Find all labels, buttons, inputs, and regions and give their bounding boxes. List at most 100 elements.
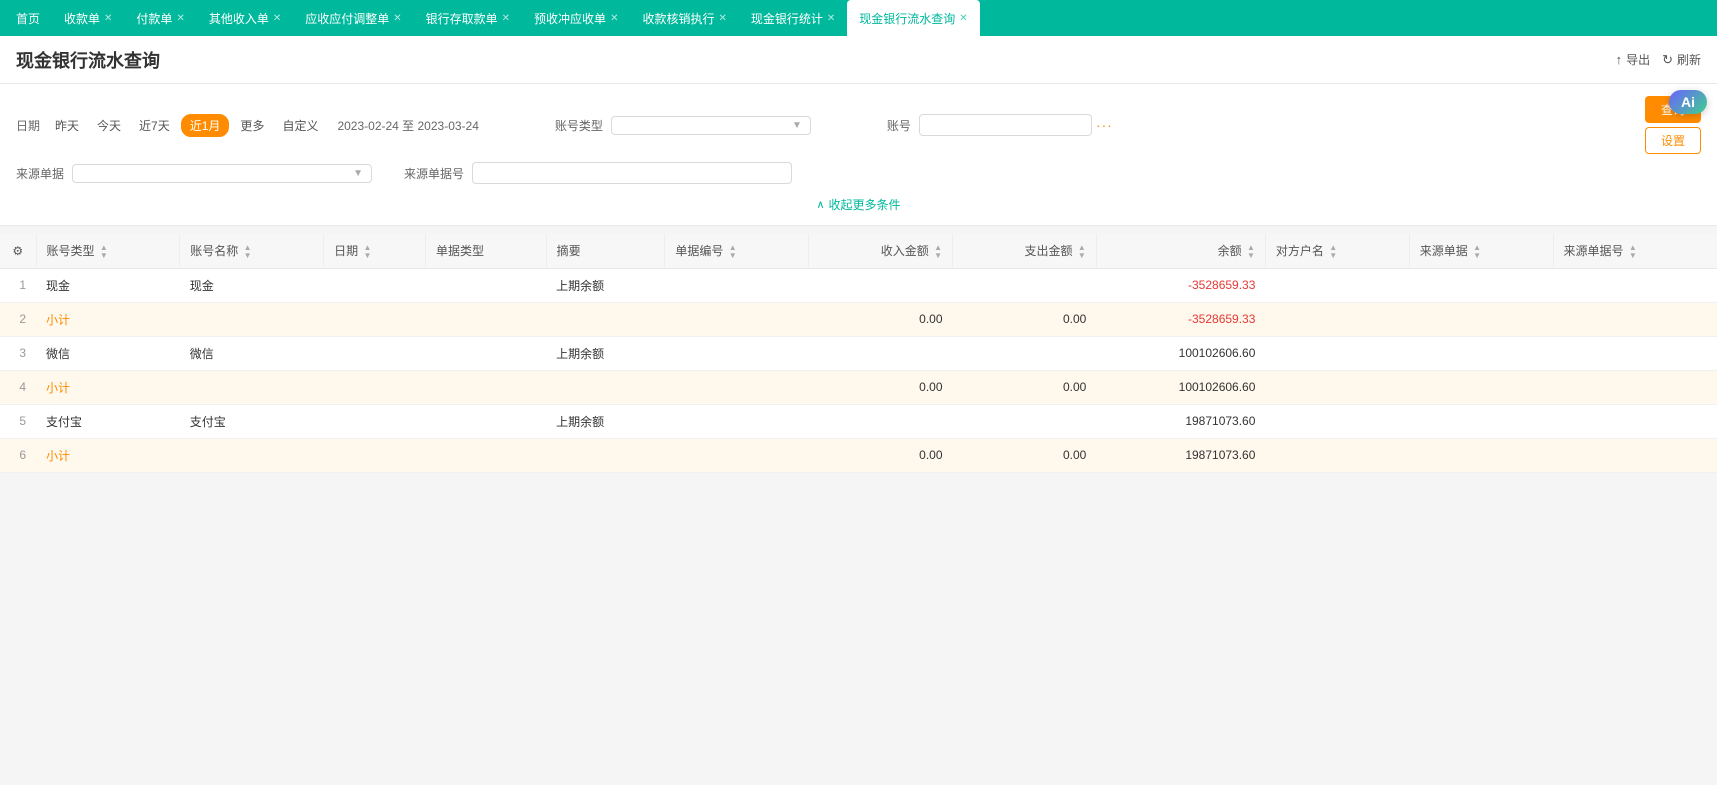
cell-num: 6 <box>0 438 36 472</box>
cell-summary <box>546 302 665 336</box>
cell-account-type: 小计 <box>36 302 180 336</box>
cell-doc-type <box>425 302 546 336</box>
nav-tab-3[interactable]: 应收应付调整单 ✕ <box>293 0 413 36</box>
header-actions: ↑ 导出 ↻ 刷新 <box>1616 51 1701 68</box>
date-btn-more[interactable]: 更多 <box>233 114 271 137</box>
date-btn-custom[interactable]: 自定义 <box>275 114 325 137</box>
sort-icon[interactable]: ▲▼ <box>1078 244 1086 260</box>
close-icon[interactable]: ✕ <box>718 13 726 24</box>
cell-date <box>324 438 426 472</box>
sort-icon[interactable]: ▲▼ <box>244 244 252 260</box>
source-doc-no-filter-group: 来源单据号 <box>404 162 792 184</box>
cell-source-doc-no <box>1553 370 1717 404</box>
close-icon[interactable]: ✕ <box>393 13 401 24</box>
source-doc-select[interactable]: ▼ <box>72 164 372 183</box>
date-options: 昨天 今天 近7天 近1月 更多 自定义 <box>48 114 325 137</box>
chevron-down-icon: ▼ <box>353 168 363 179</box>
cell-summary: 上期余额 <box>546 336 665 370</box>
close-icon[interactable]: ✕ <box>610 13 618 24</box>
nav-tab-6[interactable]: 收款核销执行 ✕ <box>630 0 738 36</box>
cell-doc-no <box>665 268 809 302</box>
source-doc-no-label: 来源单据号 <box>404 165 464 182</box>
sort-icon[interactable]: ▲▼ <box>1473 244 1481 260</box>
cell-num: 4 <box>0 370 36 404</box>
date-btn-yesterday[interactable]: 昨天 <box>48 114 86 137</box>
account-no-group: ··· <box>919 114 1113 136</box>
cell-doc-no <box>665 336 809 370</box>
nav-tab-4[interactable]: 银行存取款单 ✕ <box>414 0 522 36</box>
collapse-label: 收起更多条件 <box>829 196 901 213</box>
sort-icon[interactable]: ▲▼ <box>363 244 371 260</box>
sort-icon[interactable]: ▲▼ <box>1629 244 1637 260</box>
cell-doc-no <box>665 438 809 472</box>
nav-tab-7[interactable]: 现金银行统计 ✕ <box>739 0 847 36</box>
cell-income: 0.00 <box>809 438 953 472</box>
nav-tab-8[interactable]: 现金银行流水查询 ✕ <box>847 0 979 36</box>
cell-source-doc <box>1409 302 1553 336</box>
sort-icon[interactable]: ▲▼ <box>1329 244 1337 260</box>
nav-tab-2[interactable]: 其他收入单 ✕ <box>197 0 293 36</box>
source-doc-filter-group: 来源单据 ▼ <box>16 164 372 183</box>
table-row: 4 小计 0.00 0.00 100102606.60 <box>0 370 1717 404</box>
cell-balance: 100102606.60 <box>1096 370 1265 404</box>
refresh-button[interactable]: ↻ 刷新 <box>1662 51 1701 68</box>
cell-doc-no <box>665 302 809 336</box>
filter-area: 日期 昨天 今天 近7天 近1月 更多 自定义 2023-02-24 至 202… <box>0 84 1717 226</box>
cell-account-name <box>180 370 324 404</box>
nav-tab-0[interactable]: 收款单 ✕ <box>52 0 124 36</box>
account-no-dots[interactable]: ··· <box>1096 117 1113 133</box>
cell-source-doc <box>1409 438 1553 472</box>
sort-icon[interactable]: ▲▼ <box>100 244 108 260</box>
col-date-label: 日期 <box>334 244 358 258</box>
cell-counterpart <box>1265 268 1409 302</box>
cell-account-type: 微信 <box>36 336 180 370</box>
nav-tab-1[interactable]: 付款单 ✕ <box>124 0 196 36</box>
cell-num: 2 <box>0 302 36 336</box>
data-table: ⚙ 账号类型 ▲▼ 账号名称 ▲▼ 日期 ▲▼ 单据类型 摘 <box>0 234 1717 473</box>
close-icon[interactable]: ✕ <box>959 13 967 24</box>
cell-doc-type <box>425 336 546 370</box>
account-no-input[interactable] <box>919 114 1092 136</box>
collapse-bar[interactable]: ∧ 收起更多条件 <box>16 192 1701 213</box>
cell-expense: 0.00 <box>953 370 1097 404</box>
account-type-select[interactable]: ▼ <box>611 116 811 135</box>
cell-counterpart <box>1265 302 1409 336</box>
cell-source-doc-no <box>1553 438 1717 472</box>
gear-icon[interactable]: ⚙ <box>12 244 23 258</box>
close-icon[interactable]: ✕ <box>273 13 281 24</box>
sort-icon[interactable]: ▲▼ <box>934 244 942 260</box>
cell-doc-type <box>425 268 546 302</box>
table-row: 5 支付宝 支付宝 上期余额 19871073.60 <box>0 404 1717 438</box>
date-btn-1month[interactable]: 近1月 <box>181 114 230 137</box>
col-gear[interactable]: ⚙ <box>0 234 36 268</box>
cell-income: 0.00 <box>809 370 953 404</box>
cell-balance: -3528659.33 <box>1096 268 1265 302</box>
chevron-up-icon: ∧ <box>816 198 824 211</box>
close-icon[interactable]: ✕ <box>104 13 112 24</box>
table-row: 3 微信 微信 上期余额 100102606.60 <box>0 336 1717 370</box>
source-doc-no-input[interactable] <box>472 162 792 184</box>
sort-icon[interactable]: ▲▼ <box>729 244 737 260</box>
setting-button[interactable]: 设置 <box>1645 127 1701 154</box>
date-btn-7days[interactable]: 近7天 <box>132 114 177 137</box>
cell-income <box>809 268 953 302</box>
col-doc-no: 单据编号 ▲▼ <box>665 234 809 268</box>
cell-num: 3 <box>0 336 36 370</box>
col-source-doc-no-label: 来源单据号 <box>1564 244 1624 258</box>
ai-badge[interactable]: Ai <box>1669 90 1707 114</box>
nav-tab-5[interactable]: 预收冲应收单 ✕ <box>522 0 630 36</box>
close-icon[interactable]: ✕ <box>176 13 184 24</box>
nav-home[interactable]: 首页 <box>4 10 52 27</box>
close-icon[interactable]: ✕ <box>827 13 835 24</box>
cell-expense <box>953 404 1097 438</box>
close-icon[interactable]: ✕ <box>502 13 510 24</box>
cell-counterpart <box>1265 404 1409 438</box>
cell-balance: -3528659.33 <box>1096 302 1265 336</box>
sort-icon[interactable]: ▲▼ <box>1247 244 1255 260</box>
export-button[interactable]: ↑ 导出 <box>1616 51 1651 68</box>
cell-num: 5 <box>0 404 36 438</box>
cell-source-doc <box>1409 336 1553 370</box>
date-btn-today[interactable]: 今天 <box>90 114 128 137</box>
date-filter-group: 日期 昨天 今天 近7天 近1月 更多 自定义 2023-02-24 至 202… <box>16 114 479 137</box>
col-account-type-label: 账号类型 <box>47 244 95 258</box>
